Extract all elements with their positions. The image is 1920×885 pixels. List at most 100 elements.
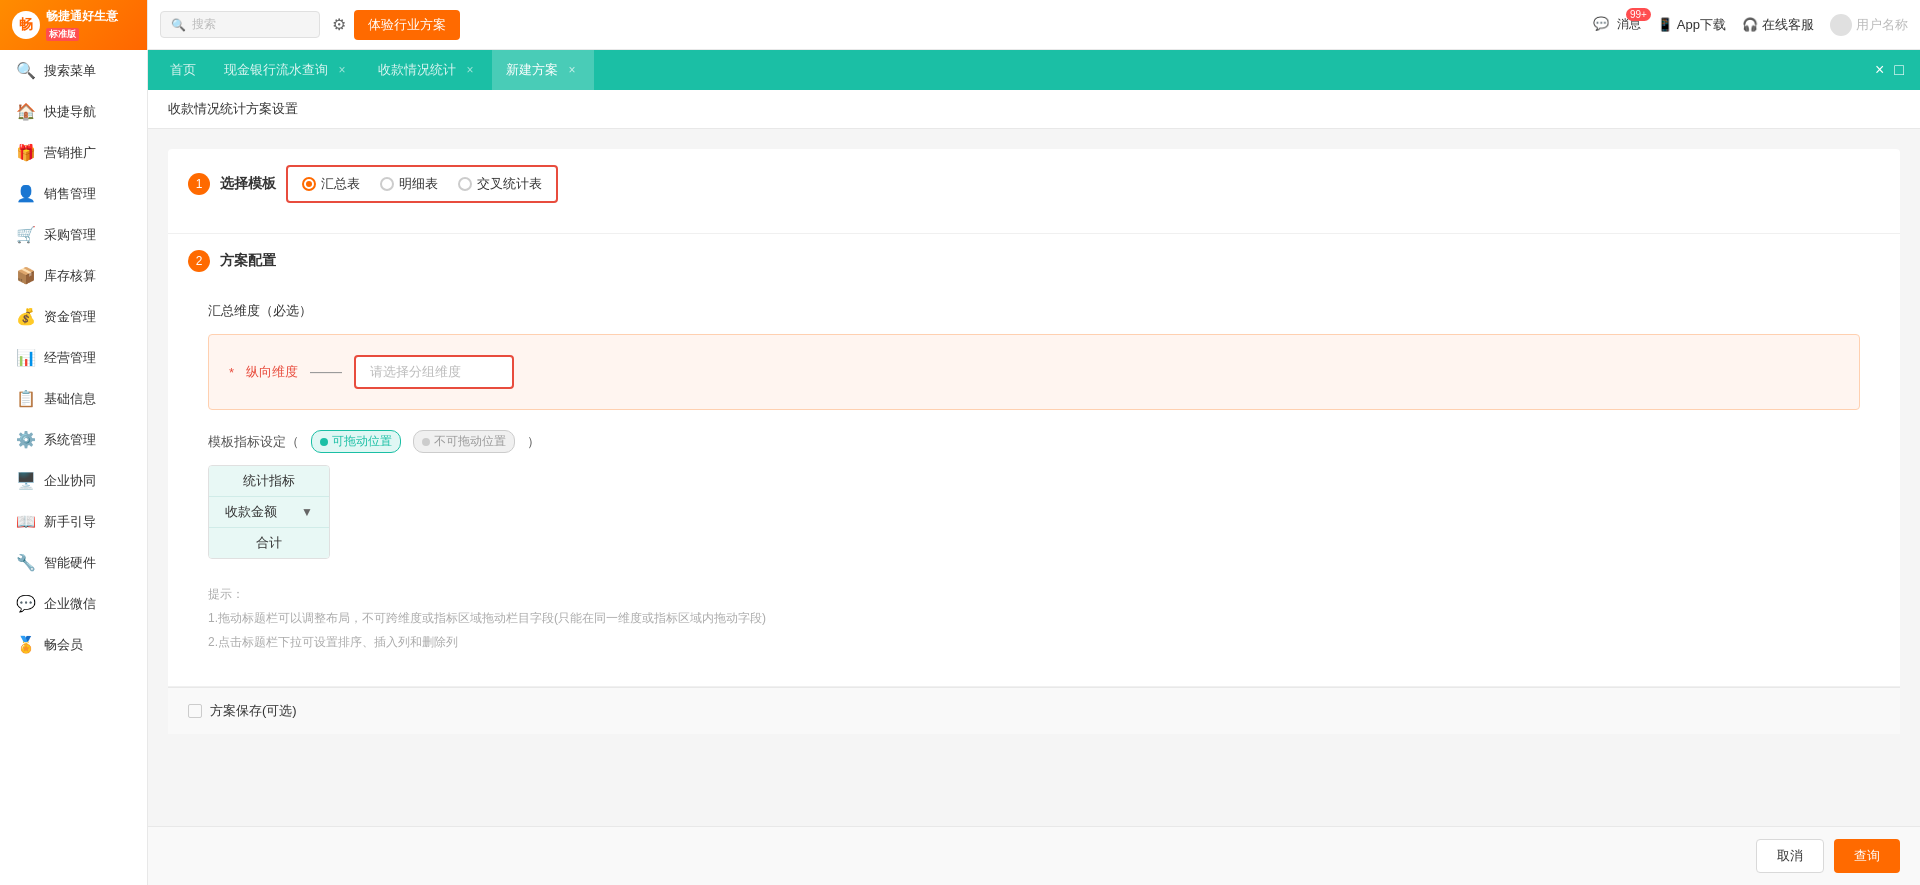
sidebar-item-hardware[interactable]: 🔧智能硬件 (0, 542, 147, 583)
sidebar-item-marketing[interactable]: 🎁 营销推广 (0, 132, 147, 173)
sidebar-label-wechat: 企业微信 (44, 595, 96, 613)
tab-close-stats[interactable]: × (462, 62, 478, 78)
sidebar-icon-marketing: 🎁 (16, 143, 36, 162)
sidebar-icon-sales: 👤 (16, 184, 36, 203)
maximize-window-icon[interactable]: □ (1894, 61, 1904, 79)
save-section: 方案保存(可选) (168, 687, 1900, 734)
sidebar-item-purchase[interactable]: 🛒 采购管理 (0, 214, 147, 255)
tab-close-new-plan[interactable]: × (564, 62, 580, 78)
tab-label-bank-flow: 现金银行流水查询 (224, 61, 328, 79)
sidebar-label-marketing: 营销推广 (44, 144, 96, 162)
sidebar-icon-purchase: 🛒 (16, 225, 36, 244)
content-area: 收款情况统计方案设置 1 选择模板 汇总表 (148, 90, 1920, 826)
sidebar-item-sales[interactable]: 👤 销售管理 (0, 173, 147, 214)
topbar: 🔍 搜索 ⚙ 体验行业方案 💬 99+ 消息 📱 App下载 🎧 在线客服 用户… (148, 0, 1920, 50)
sidebar-label-newbie: 新手引导 (44, 513, 96, 531)
sidebar-icon-search-menu: 🔍 (16, 61, 36, 80)
tab-stats[interactable]: 收款情况统计 × (364, 50, 492, 90)
tab-label-stats: 收款情况统计 (378, 61, 456, 79)
metrics-header: 统计指标 (209, 466, 329, 497)
sidebar-label-sales: 销售管理 (44, 185, 96, 203)
sidebar-item-basic-info[interactable]: 📋基础信息 (0, 378, 147, 419)
dimension-area: * 纵向维度 —— 请选择分组维度 (208, 334, 1860, 410)
sidebar-label-purchase: 采购管理 (44, 226, 96, 244)
topbar-search[interactable]: 🔍 搜索 (160, 11, 320, 38)
metrics-col-cell[interactable]: 收款金额 ▼ (209, 497, 329, 528)
query-button[interactable]: 查询 (1834, 839, 1900, 873)
topbar-right: 💬 99+ 消息 📱 App下载 🎧 在线客服 用户名称 (1593, 14, 1908, 36)
sidebar-label-operations: 经营管理 (44, 349, 96, 367)
gear-icon[interactable]: ⚙ (332, 15, 346, 34)
dimension-row: * 纵向维度 —— 请选择分组维度 (229, 355, 1839, 389)
tabbar-right-controls: × □ (1875, 50, 1912, 90)
radio-cross[interactable]: 交叉统计表 (458, 175, 542, 193)
online-service[interactable]: 🎧 在线客服 (1742, 16, 1814, 34)
sidebar-logo: 畅 畅捷通好生意 标准版 (0, 0, 147, 50)
radio-detail-circle (380, 177, 394, 191)
content-body: 1 选择模板 汇总表 明细表 (148, 129, 1920, 754)
sidebar-label-finance: 资金管理 (44, 308, 96, 326)
industry-solution-button[interactable]: 体验行业方案 (354, 10, 460, 40)
radio-detail[interactable]: 明细表 (380, 175, 438, 193)
dimension-select[interactable]: 请选择分组维度 (354, 355, 514, 389)
tab-bank-flow[interactable]: 现金银行流水查询 × (210, 50, 364, 90)
tip-line2: 2.点击标题栏下拉可设置排序、插入列和删除列 (208, 630, 1860, 654)
app-download[interactable]: 📱 App下载 (1657, 16, 1726, 34)
sidebar-label-inventory: 库存核算 (44, 267, 96, 285)
radio-summary[interactable]: 汇总表 (302, 175, 360, 193)
service-icon: 🎧 (1742, 17, 1758, 32)
dimension-required-marker: * (229, 365, 234, 380)
tip-line1: 1.拖动标题栏可以调整布局，不可跨维度或指标区域拖动栏目字段(只能在同一维度或指… (208, 606, 1860, 630)
sidebar-label-enterprise: 企业协同 (44, 472, 96, 490)
logo-text: 畅捷通好生意 (46, 9, 118, 23)
tab-home[interactable]: 首页 (156, 50, 210, 90)
sidebar-icon-wechat: 💬 (16, 594, 36, 613)
sidebar-label-quick-nav: 快捷导航 (44, 103, 96, 121)
tips-title: 提示： (208, 587, 244, 601)
sidebar-icon-basic-info: 📋 (16, 389, 36, 408)
user-info[interactable]: 用户名称 (1830, 14, 1908, 36)
sidebar-icon-enterprise: 🖥️ (16, 471, 36, 490)
sidebar-item-finance[interactable]: 💰 资金管理 (0, 296, 147, 337)
bottom-bar: 取消 查询 (148, 826, 1920, 885)
metrics-col-label: 收款金额 (225, 503, 277, 521)
close-window-icon[interactable]: × (1875, 61, 1884, 79)
content-header: 收款情况统计方案设置 (148, 90, 1920, 129)
sidebar-item-inventory[interactable]: 📦库存核算 (0, 255, 147, 296)
tab-new-plan[interactable]: 新建方案 × (492, 50, 594, 90)
sidebar-label-system: 系统管理 (44, 431, 96, 449)
step2-block: 2 方案配置 汇总维度（必选） * 纵向维度 —— 请选择分组维度 (168, 234, 1900, 687)
search-placeholder: 搜索 (192, 16, 216, 33)
tab-close-bank-flow[interactable]: × (334, 62, 350, 78)
sidebar-item-wechat[interactable]: 💬 企业微信 (0, 583, 147, 624)
sidebar-item-search-menu[interactable]: 🔍 搜索菜单 (0, 50, 147, 91)
non-draggable-badge: 不可拖动位置 (413, 430, 515, 453)
sidebar-label-search-menu: 搜索菜单 (44, 62, 96, 80)
template-options: 汇总表 明细表 交叉统计表 (286, 165, 558, 203)
radio-cross-label: 交叉统计表 (477, 175, 542, 193)
sidebar-icon-operations: 📊 (16, 348, 36, 367)
cancel-button[interactable]: 取消 (1756, 839, 1824, 873)
notification-icon[interactable]: 💬 99+ 消息 (1593, 16, 1641, 33)
dimension-title: 汇总维度（必选） (208, 302, 1860, 320)
sidebar-badge: 标准版 (46, 28, 79, 41)
config-section: 汇总维度（必选） * 纵向维度 —— 请选择分组维度 (188, 286, 1880, 670)
sidebar-item-quick-nav[interactable]: 🏠快捷导航 (0, 91, 147, 132)
sidebar-item-system[interactable]: ⚙️系统管理 (0, 419, 147, 460)
dropdown-arrow-icon: ▼ (301, 505, 313, 519)
metrics-subtotal: 合计 (209, 528, 329, 558)
tab-label-new-plan: 新建方案 (506, 61, 558, 79)
step1-label: 选择模板 (220, 175, 276, 193)
sidebar-item-operations[interactable]: 📊 经营管理 (0, 337, 147, 378)
metrics-title-text: 模板指标设定（ (208, 433, 299, 451)
radio-detail-label: 明细表 (399, 175, 438, 193)
save-checkbox[interactable] (188, 704, 202, 718)
sidebar-icon-hardware: 🔧 (16, 553, 36, 572)
sidebar-item-newbie[interactable]: 📖新手引导 (0, 501, 147, 542)
non-draggable-label: 不可拖动位置 (434, 433, 506, 450)
notif-badge: 99+ (1626, 8, 1651, 21)
sidebar-icon-finance: 💰 (16, 307, 36, 326)
sidebar-item-member[interactable]: 🏅畅会员 (0, 624, 147, 665)
dimension-arrow: —— (310, 363, 342, 381)
sidebar-item-enterprise[interactable]: 🖥️ 企业协同 (0, 460, 147, 501)
